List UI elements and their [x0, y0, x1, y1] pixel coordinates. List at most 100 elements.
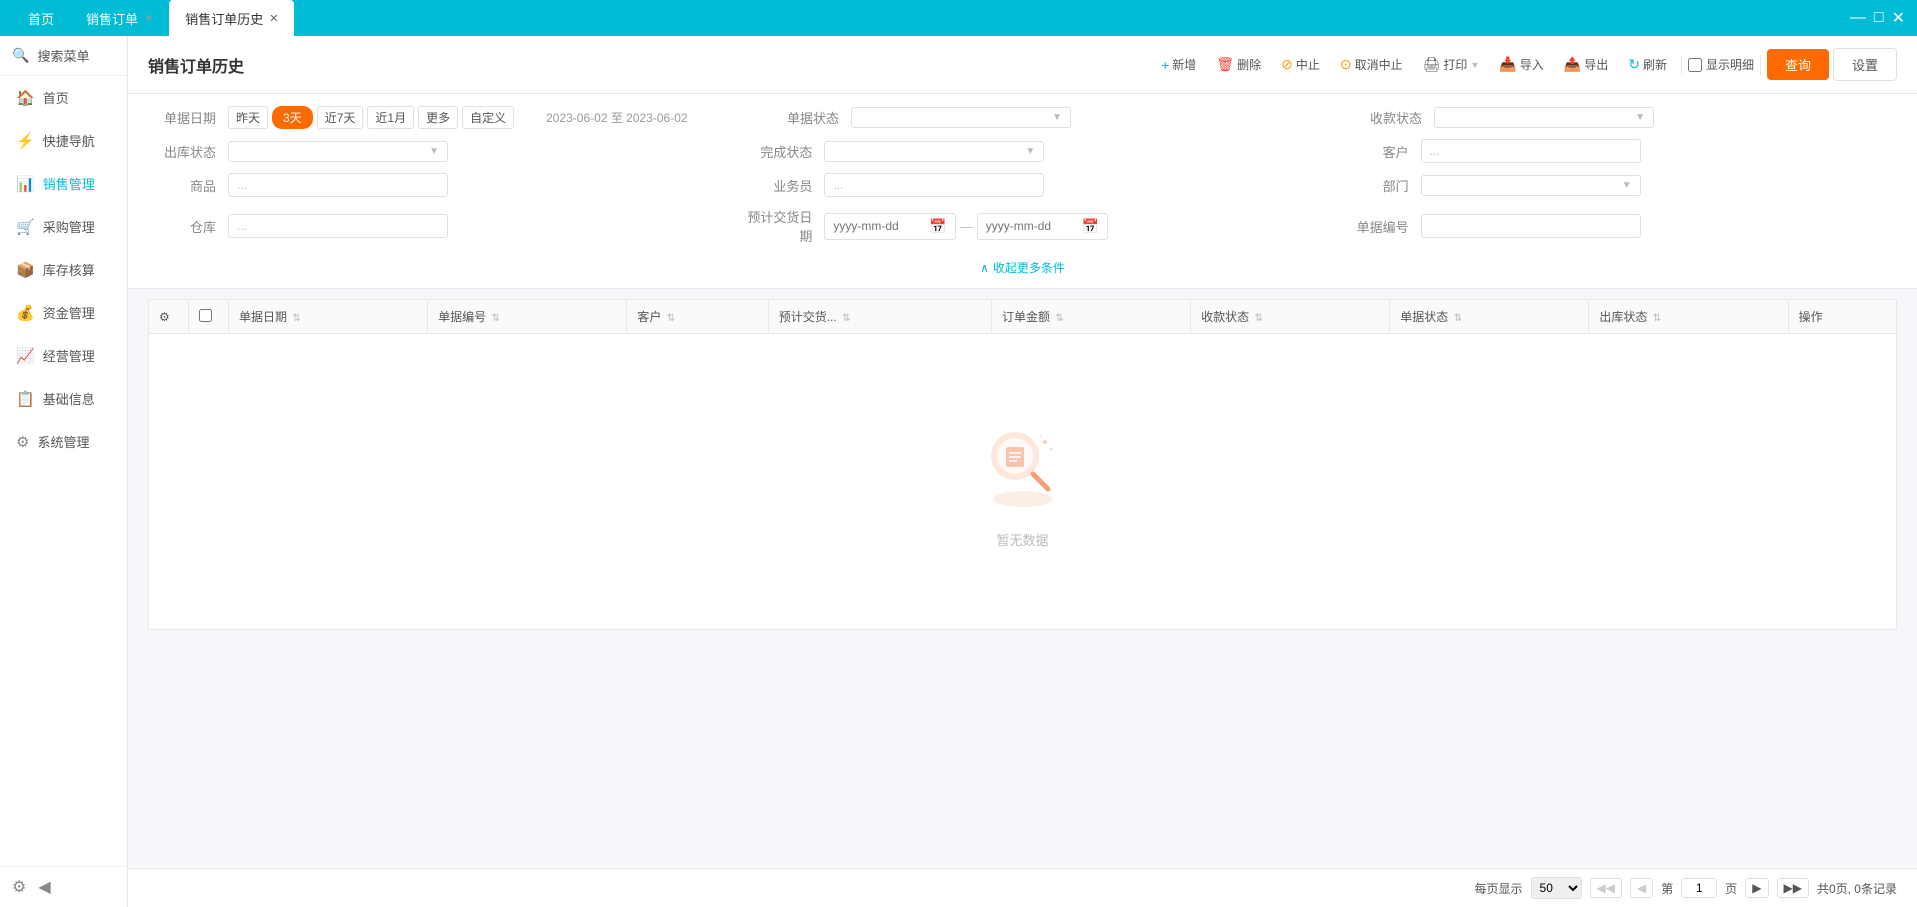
expected-date-from-input[interactable]: 📅 — [824, 213, 955, 240]
date-btn-today[interactable]: 昨天 — [228, 106, 268, 129]
refresh-button[interactable]: ↻ 刷新 — [1620, 51, 1675, 78]
page-size-select[interactable]: 50 10 20 100 — [1531, 877, 1582, 899]
sidebar-item-system[interactable]: ⚙ 系统管理 — [0, 420, 127, 463]
sidebar-settings-icon[interactable]: ⚙ — [12, 877, 26, 897]
sidebar-item-sales[interactable]: 📊 销售管理 — [0, 162, 127, 205]
collapse-label: 收起更多条件 — [993, 259, 1065, 276]
query-button[interactable]: 查询 — [1767, 49, 1829, 80]
minimize-button[interactable]: — — [1850, 9, 1866, 27]
th-order-amount[interactable]: 订单金额 ⇅ — [991, 300, 1190, 334]
expected-date-sort-icon[interactable]: ⇅ — [842, 313, 850, 324]
table-header-row: ⚙ 单据日期 ⇅ 单据编号 ⇅ — [149, 300, 1897, 334]
payment-status-sort-icon[interactable]: ⇅ — [1254, 313, 1262, 324]
display-cols-label[interactable]: 显示明细 — [1688, 56, 1754, 73]
delivery-status-select[interactable]: ▼ — [228, 141, 448, 162]
tab-home[interactable]: 首页 — [12, 0, 70, 36]
expected-date-from-field[interactable] — [833, 219, 923, 233]
page-input[interactable] — [1681, 878, 1717, 898]
delete-icon: 🗑 — [1216, 56, 1234, 73]
last-page-button[interactable]: ▶▶ — [1777, 878, 1809, 898]
new-button[interactable]: + 新增 — [1153, 51, 1204, 78]
delete-button[interactable]: 🗑 删除 — [1208, 51, 1269, 78]
next-page-button[interactable]: ▶ — [1745, 878, 1768, 898]
sidebar-search[interactable]: 🔍 搜索菜单 — [0, 36, 127, 76]
date-btn-custom[interactable]: 自定义 — [462, 106, 514, 129]
date-btn-1month[interactable]: 近1月 — [367, 106, 414, 129]
delivery-status-sort-icon[interactable]: ⇅ — [1653, 313, 1661, 324]
tab-sales-order-history[interactable]: 销售订单历史 ✕ — [169, 0, 294, 36]
bill-no-sort-icon[interactable]: ⇅ — [492, 313, 500, 324]
department-select[interactable]: ▼ — [1421, 175, 1641, 196]
display-cols-text: 显示明细 — [1706, 56, 1754, 73]
export-button[interactable]: 📤 导出 — [1556, 51, 1616, 78]
settings-col-icon[interactable]: ⚙ — [159, 310, 170, 324]
window-controls: — □ ✕ — [1850, 8, 1905, 28]
th-payment-status[interactable]: 收款状态 ⇅ — [1191, 300, 1390, 334]
date-from-calendar-icon[interactable]: 📅 — [929, 218, 946, 235]
tab-sales-order-history-close[interactable]: ✕ — [269, 12, 278, 25]
th-delivery-status[interactable]: 出库状态 ⇅ — [1589, 300, 1788, 334]
export-label: 导出 — [1584, 56, 1608, 73]
tab-sales-order[interactable]: 销售订单 ✕ — [70, 0, 169, 36]
order-amount-sort-icon[interactable]: ⇅ — [1055, 313, 1063, 324]
filter-area: 单据日期 昨天 3天 近7天 近1月 更多 自定义 2023-06-02 至 2… — [128, 94, 1917, 289]
salesperson-select[interactable]: ... — [824, 173, 1044, 197]
date-btn-7days[interactable]: 近7天 — [317, 106, 364, 129]
import-button[interactable]: 📥 导入 — [1491, 51, 1551, 78]
sidebar-item-base-info[interactable]: 📋 基础信息 — [0, 377, 127, 420]
product-select[interactable]: ... — [228, 173, 448, 197]
bill-no-input[interactable] — [1421, 214, 1641, 238]
bill-status-select[interactable]: ▼ — [851, 107, 1071, 128]
complete-status-filter: ▼ — [824, 141, 1300, 162]
expected-date-to-field[interactable] — [986, 219, 1076, 233]
payment-status-filter: ▼ — [1434, 107, 1897, 128]
settings-button[interactable]: 设置 — [1833, 48, 1897, 81]
date-btn-more[interactable]: 更多 — [418, 106, 458, 129]
th-expected-date[interactable]: 预计交货... ⇅ — [768, 300, 991, 334]
stop-button[interactable]: ⊘ 中止 — [1273, 51, 1328, 78]
restore-button[interactable]: □ — [1874, 9, 1884, 27]
complete-status-select[interactable]: ▼ — [824, 141, 1044, 162]
sidebar-item-purchase[interactable]: 🛒 采购管理 — [0, 205, 127, 248]
first-page-button[interactable]: ◀◀ — [1590, 878, 1622, 898]
tab-sales-order-close[interactable]: ✕ — [144, 12, 153, 25]
expected-date-to-input[interactable]: 📅 — [977, 213, 1108, 240]
sidebar-collapse-icon[interactable]: ◀ — [38, 877, 50, 897]
date-to-calendar-icon[interactable]: 📅 — [1082, 218, 1099, 235]
print-button[interactable]: 🖨 打印 ▼ — [1415, 51, 1488, 78]
date-btn-3days[interactable]: 3天 — [272, 106, 313, 129]
product-filter: ... — [228, 173, 704, 197]
th-operation: 操作 — [1788, 300, 1896, 334]
bill-status-sort-icon[interactable]: ⇅ — [1454, 313, 1462, 324]
th-bill-no[interactable]: 单据编号 ⇅ — [428, 300, 627, 334]
sidebar-item-home[interactable]: 🏠 首页 — [0, 76, 127, 119]
warehouse-select[interactable]: ... — [228, 214, 448, 238]
delivery-status-arrow-icon: ▼ — [429, 146, 439, 157]
select-all-checkbox[interactable] — [199, 309, 212, 322]
close-window-button[interactable]: ✕ — [1892, 8, 1905, 28]
toolbar-divider — [1681, 55, 1682, 75]
cancel-stop-button[interactable]: ⊙ 取消中止 — [1332, 51, 1411, 78]
display-cols-checkbox[interactable] — [1688, 58, 1702, 72]
collapse-button[interactable]: ∧ 收起更多条件 — [148, 255, 1897, 280]
th-customer[interactable]: 客户 ⇅ — [627, 300, 768, 334]
payment-status-select[interactable]: ▼ — [1434, 107, 1654, 128]
sidebar-item-operations[interactable]: 📈 经营管理 — [0, 334, 127, 377]
th-bill-status[interactable]: 单据状态 ⇅ — [1390, 300, 1589, 334]
sidebar-item-quick-nav[interactable]: ⚡ 快捷导航 — [0, 119, 127, 162]
warehouse-filter: ... — [228, 214, 704, 238]
page-header: 销售订单历史 + 新增 🗑 删除 ⊘ 中止 ⊙ 取消中止 — [128, 36, 1917, 94]
collapse-up-icon: ∧ — [980, 261, 989, 275]
customer-select[interactable]: ... — [1421, 139, 1641, 163]
sidebar-item-base-info-label: 基础信息 — [43, 389, 95, 408]
department-label: 部门 — [1341, 176, 1421, 195]
bill-date-sort-icon[interactable]: ⇅ — [292, 313, 300, 324]
sidebar-item-inventory[interactable]: 📦 库存核算 — [0, 248, 127, 291]
th-settings[interactable]: ⚙ — [149, 300, 189, 334]
sidebar-item-finance[interactable]: 💰 资金管理 — [0, 291, 127, 334]
prev-page-button[interactable]: ◀ — [1630, 878, 1653, 898]
th-bill-date[interactable]: 单据日期 ⇅ — [229, 300, 428, 334]
search-icon: 🔍 — [12, 47, 29, 64]
customer-sort-icon[interactable]: ⇅ — [667, 313, 675, 324]
th-check[interactable] — [189, 300, 229, 334]
